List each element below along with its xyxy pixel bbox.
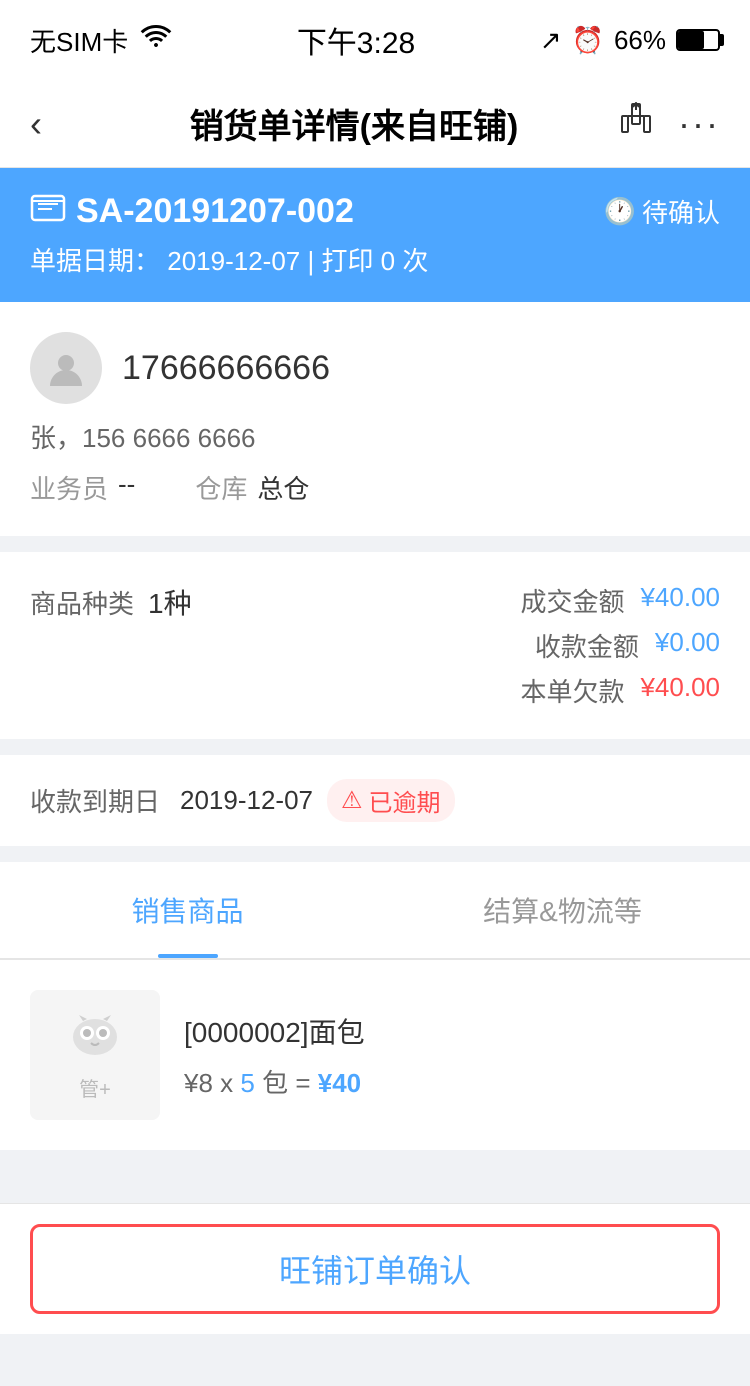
date-label: 单据日期： [30,246,160,276]
product-thumb-inner: 管+ [65,1009,125,1102]
unit: 包 [262,1068,288,1098]
page-title: 销货单详情(来自旺铺) [190,99,519,148]
product-section: 管+ [0000002]面包 ¥8 x 5 包 = ¥40 [0,960,750,1150]
customer-row: 17666666666 [30,332,720,404]
product-info: [0000002]面包 ¥8 x 5 包 = ¥40 [184,1011,720,1100]
transaction-label: 成交金额 [520,582,624,619]
due-date-section: 收款到期日 2019-12-07 ⚠ 已逾期 [0,755,750,846]
order-banner: SA-20191207-002 🕐 待确认 单据日期： 2019-12-07 |… [0,168,750,302]
unit-price: ¥8 [184,1068,213,1098]
order-status: 🕐 待确认 [604,193,720,230]
salesperson-value: -- [118,469,135,506]
location-icon: ↗ [540,25,562,56]
owed-row: 本单欠款 ¥40.00 [520,672,720,709]
product-item: 管+ [0000002]面包 ¥8 x 5 包 = ¥40 [30,990,720,1120]
share-button[interactable] [618,102,654,146]
order-id-row: SA-20191207-002 [30,192,354,231]
tabs-section: 销售商品 结算&物流等 [0,862,750,960]
overdue-badge: ⚠ 已逾期 [327,779,455,822]
confirm-button[interactable]: 旺铺订单确认 [30,1224,720,1314]
status-bar: 无SIM卡 下午3:28 ↗ ⏰ 66% [0,0,750,80]
tab-settlement[interactable]: 结算&物流等 [375,862,750,958]
more-button[interactable]: ··· [678,103,720,145]
warehouse-value: 总仓 [257,469,309,506]
owed-label: 本单欠款 [520,672,624,709]
warehouse-item: 仓库 总仓 [195,469,309,506]
carrier-text: 无SIM卡 [30,22,128,59]
battery-icon [676,29,720,51]
order-date-row: 单据日期： 2019-12-07 | 打印 0 次 [30,241,720,278]
tabs-row: 销售商品 结算&物流等 [0,862,750,959]
battery-percent: 66% [614,25,666,56]
tab-products[interactable]: 销售商品 [0,862,375,958]
status-text: 待确认 [642,193,720,230]
due-date-value: 2019-12-07 [180,785,313,816]
back-button[interactable]: ‹ [30,103,90,145]
wifi-icon [140,25,172,56]
nav-actions: ··· [618,102,720,146]
product-thumbnail: 管+ [30,990,160,1120]
bottom-bar: 旺铺订单确认 [0,1203,750,1334]
nav-bar: ‹ 销货单详情(来自旺铺) ··· [0,80,750,168]
summary-section: 商品种类 1种 成交金额 ¥40.00 收款金额 ¥0.00 本单欠款 ¥40.… [0,552,750,739]
warehouse-label: 仓库 [195,469,247,506]
avatar [30,332,102,404]
received-label: 收款金额 [535,627,639,664]
salesperson-item: 业务员 -- [30,469,135,506]
clock-icon: 🕐 [604,196,636,227]
brand-text: 管+ [79,1073,111,1102]
order-icon [30,192,66,231]
print-info: | 打印 0 次 [307,246,428,276]
product-count: 1种 [148,582,192,622]
summary-left: 商品种类 1种 [30,582,520,622]
received-row: 收款金额 ¥0.00 [535,627,720,664]
received-amount: ¥0.00 [655,627,720,664]
owed-amount: ¥40.00 [640,672,720,709]
order-date: 2019-12-07 [167,246,300,276]
customer-name-info: 张，156 6666 6666 [30,418,720,455]
overdue-text: 已逾期 [369,783,441,818]
customer-phone: 17666666666 [122,349,330,388]
warning-icon: ⚠ [341,786,363,815]
transaction-amount: ¥40.00 [640,582,720,619]
summary-right: 成交金额 ¥40.00 收款金额 ¥0.00 本单欠款 ¥40.00 [520,582,720,709]
product-price: ¥8 x 5 包 = ¥40 [184,1063,720,1100]
quantity: 5 [240,1068,254,1098]
salesperson-label: 业务员 [30,469,108,506]
status-right: ↗ ⏰ 66% [540,25,720,56]
product-name: [0000002]面包 [184,1011,720,1051]
order-id-text: SA-20191207-002 [76,192,354,231]
due-date-label: 收款到期日 [30,782,160,819]
owl-icon [65,1009,125,1069]
transaction-row: 成交金额 ¥40.00 [520,582,720,619]
status-time: 下午3:28 [297,18,415,62]
product-type-label: 商品种类 [30,584,134,621]
order-banner-top: SA-20191207-002 🕐 待确认 [30,192,720,231]
price-total: ¥40 [318,1068,361,1098]
customer-section: 17666666666 张，156 6666 6666 业务员 -- 仓库 总仓 [0,302,750,536]
alarm-icon: ⏰ [572,25,604,56]
customer-meta: 业务员 -- 仓库 总仓 [30,469,720,506]
tab-settlement-label: 结算&物流等 [483,896,642,927]
status-left: 无SIM卡 [30,22,172,59]
tab-products-label: 销售商品 [131,896,243,927]
